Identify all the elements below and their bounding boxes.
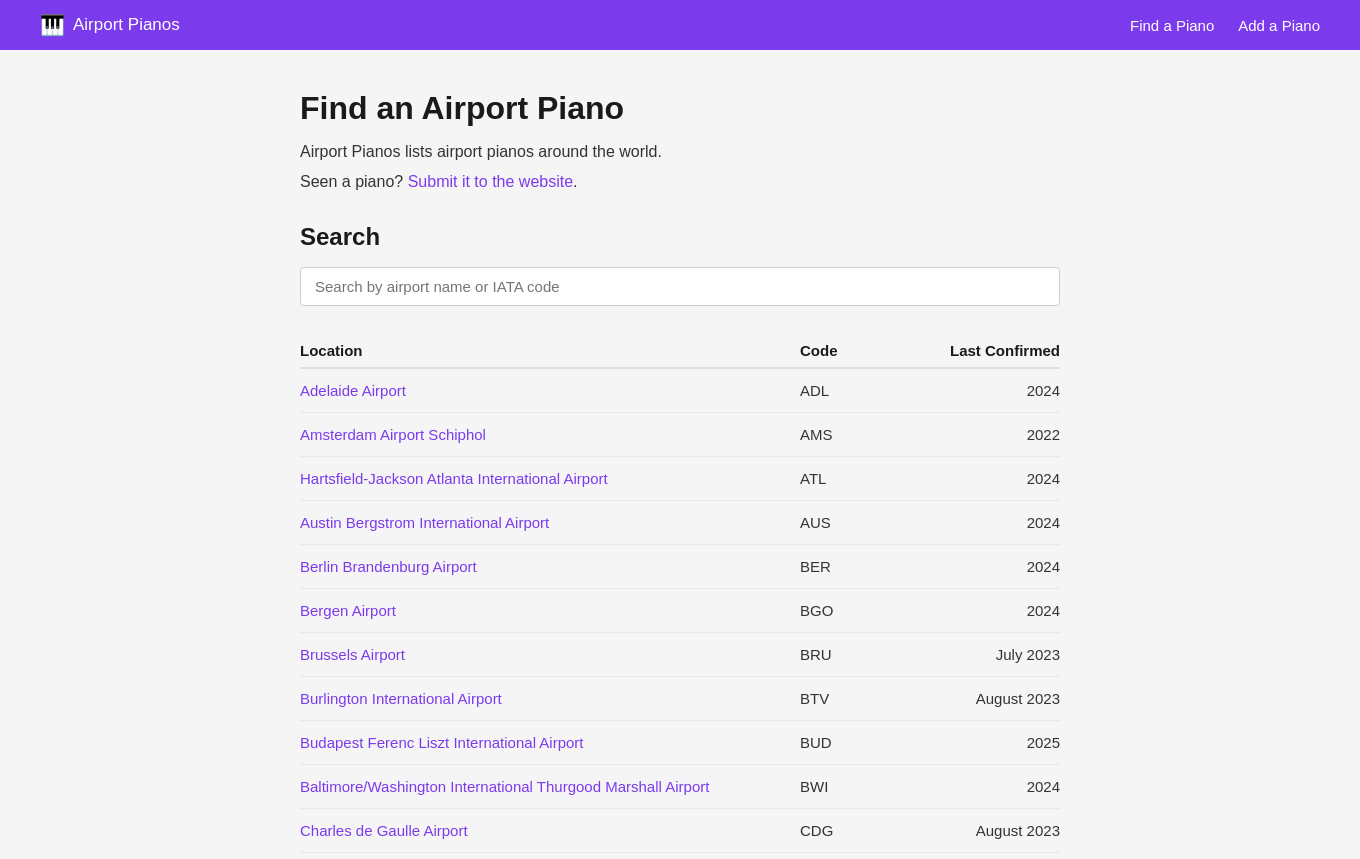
cell-code: BGO <box>800 589 900 633</box>
cell-last-confirmed: 2024 <box>900 545 1060 589</box>
cell-last-confirmed: 2024 <box>900 368 1060 413</box>
search-section-title: Search <box>300 223 1060 251</box>
airport-link[interactable]: Berlin Brandenburg Airport <box>300 558 477 575</box>
cell-location: Berlin Brandenburg Airport <box>300 545 800 589</box>
cell-location: Ciampino-G. B. Pastine International Air… <box>300 853 800 860</box>
cell-code: BTV <box>800 677 900 721</box>
col-header-location: Location <box>300 334 800 368</box>
cell-location: Hartsfield-Jackson Atlanta International… <box>300 457 800 501</box>
find-piano-link[interactable]: Find a Piano <box>1130 17 1214 34</box>
table-row: Ciampino-G. B. Pastine International Air… <box>300 853 1060 860</box>
cell-code: CIA <box>800 853 900 860</box>
airport-link[interactable]: Amsterdam Airport Schiphol <box>300 426 486 443</box>
table-row: Berlin Brandenburg Airport BER2024 <box>300 545 1060 589</box>
cell-location: Austin Bergstrom International Airport <box>300 501 800 545</box>
table-row: Charles de Gaulle Airport CDGAugust 2023 <box>300 809 1060 853</box>
table-row: Baltimore/Washington International Thurg… <box>300 765 1060 809</box>
cell-last-confirmed: July 2023 <box>900 633 1060 677</box>
add-piano-link[interactable]: Add a Piano <box>1238 17 1320 34</box>
brand-link[interactable]: 🎹 Airport Pianos <box>40 13 180 37</box>
piano-icon: 🎹 <box>40 13 65 37</box>
navbar-links: Find a Piano Add a Piano <box>1130 17 1320 34</box>
col-header-code: Code <box>800 334 900 368</box>
airport-link[interactable]: Baltimore/Washington International Thurg… <box>300 778 709 795</box>
table-row: Brussels Airport BRUJuly 2023 <box>300 633 1060 677</box>
cell-location: Bergen Airport <box>300 589 800 633</box>
cell-location: Amsterdam Airport Schiphol <box>300 413 800 457</box>
table-row: Budapest Ferenc Liszt International Airp… <box>300 721 1060 765</box>
cell-last-confirmed: 2024 <box>900 765 1060 809</box>
airport-link[interactable]: Brussels Airport <box>300 646 405 663</box>
cell-last-confirmed: August 2023 <box>900 809 1060 853</box>
main-content: Find an Airport Piano Airport Pianos lis… <box>280 50 1080 859</box>
cell-code: CDG <box>800 809 900 853</box>
page-title: Find an Airport Piano <box>300 90 1060 127</box>
cell-location: Adelaide Airport <box>300 368 800 413</box>
airport-link[interactable]: Burlington International Airport <box>300 690 502 707</box>
cell-last-confirmed: 2024 <box>900 501 1060 545</box>
navbar: 🎹 Airport Pianos Find a Piano Add a Pian… <box>0 0 1360 50</box>
cell-code: BWI <box>800 765 900 809</box>
cell-code: AUS <box>800 501 900 545</box>
airport-link[interactable]: Austin Bergstrom International Airport <box>300 514 549 531</box>
table-row: Austin Bergstrom International Airport AU… <box>300 501 1060 545</box>
search-input[interactable] <box>300 267 1060 306</box>
table-header-row: Location Code Last Confirmed <box>300 334 1060 368</box>
airport-link[interactable]: Adelaide Airport <box>300 382 406 399</box>
table-row: Hartsfield-Jackson Atlanta International… <box>300 457 1060 501</box>
cell-code: ATL <box>800 457 900 501</box>
cell-last-confirmed: July 2022 <box>900 853 1060 860</box>
table-row: Amsterdam Airport Schiphol AMS2022 <box>300 413 1060 457</box>
table-row: Burlington International Airport BTVAugus… <box>300 677 1060 721</box>
cell-code: BUD <box>800 721 900 765</box>
airport-link[interactable]: Charles de Gaulle Airport <box>300 822 468 839</box>
cell-code: AMS <box>800 413 900 457</box>
cell-location: Baltimore/Washington International Thurg… <box>300 765 800 809</box>
cell-code: BER <box>800 545 900 589</box>
table-row: Bergen Airport BGO2024 <box>300 589 1060 633</box>
cell-location: Brussels Airport <box>300 633 800 677</box>
cell-last-confirmed: 2024 <box>900 589 1060 633</box>
cell-last-confirmed: 2024 <box>900 457 1060 501</box>
cell-last-confirmed: 2025 <box>900 721 1060 765</box>
table-row: Adelaide Airport ADL2024 <box>300 368 1060 413</box>
cell-last-confirmed: August 2023 <box>900 677 1060 721</box>
airports-table: Location Code Last Confirmed Adelaide Ai… <box>300 334 1060 859</box>
cell-last-confirmed: 2022 <box>900 413 1060 457</box>
seen-piano-label: Seen a piano? <box>300 173 403 190</box>
cell-location: Charles de Gaulle Airport <box>300 809 800 853</box>
submit-link[interactable]: Submit it to the website <box>408 173 573 190</box>
airport-link[interactable]: Budapest Ferenc Liszt International Airp… <box>300 734 584 751</box>
col-header-last-confirmed: Last Confirmed <box>900 334 1060 368</box>
seen-piano-text: Seen a piano? Submit it to the website. <box>300 173 1060 191</box>
airport-link[interactable]: Hartsfield-Jackson Atlanta International… <box>300 470 608 487</box>
cell-code: BRU <box>800 633 900 677</box>
brand-label: Airport Pianos <box>73 15 180 35</box>
cell-location: Budapest Ferenc Liszt International Airp… <box>300 721 800 765</box>
cell-location: Burlington International Airport <box>300 677 800 721</box>
airport-link[interactable]: Bergen Airport <box>300 602 396 619</box>
description: Airport Pianos lists airport pianos arou… <box>300 143 1060 161</box>
cell-code: ADL <box>800 368 900 413</box>
